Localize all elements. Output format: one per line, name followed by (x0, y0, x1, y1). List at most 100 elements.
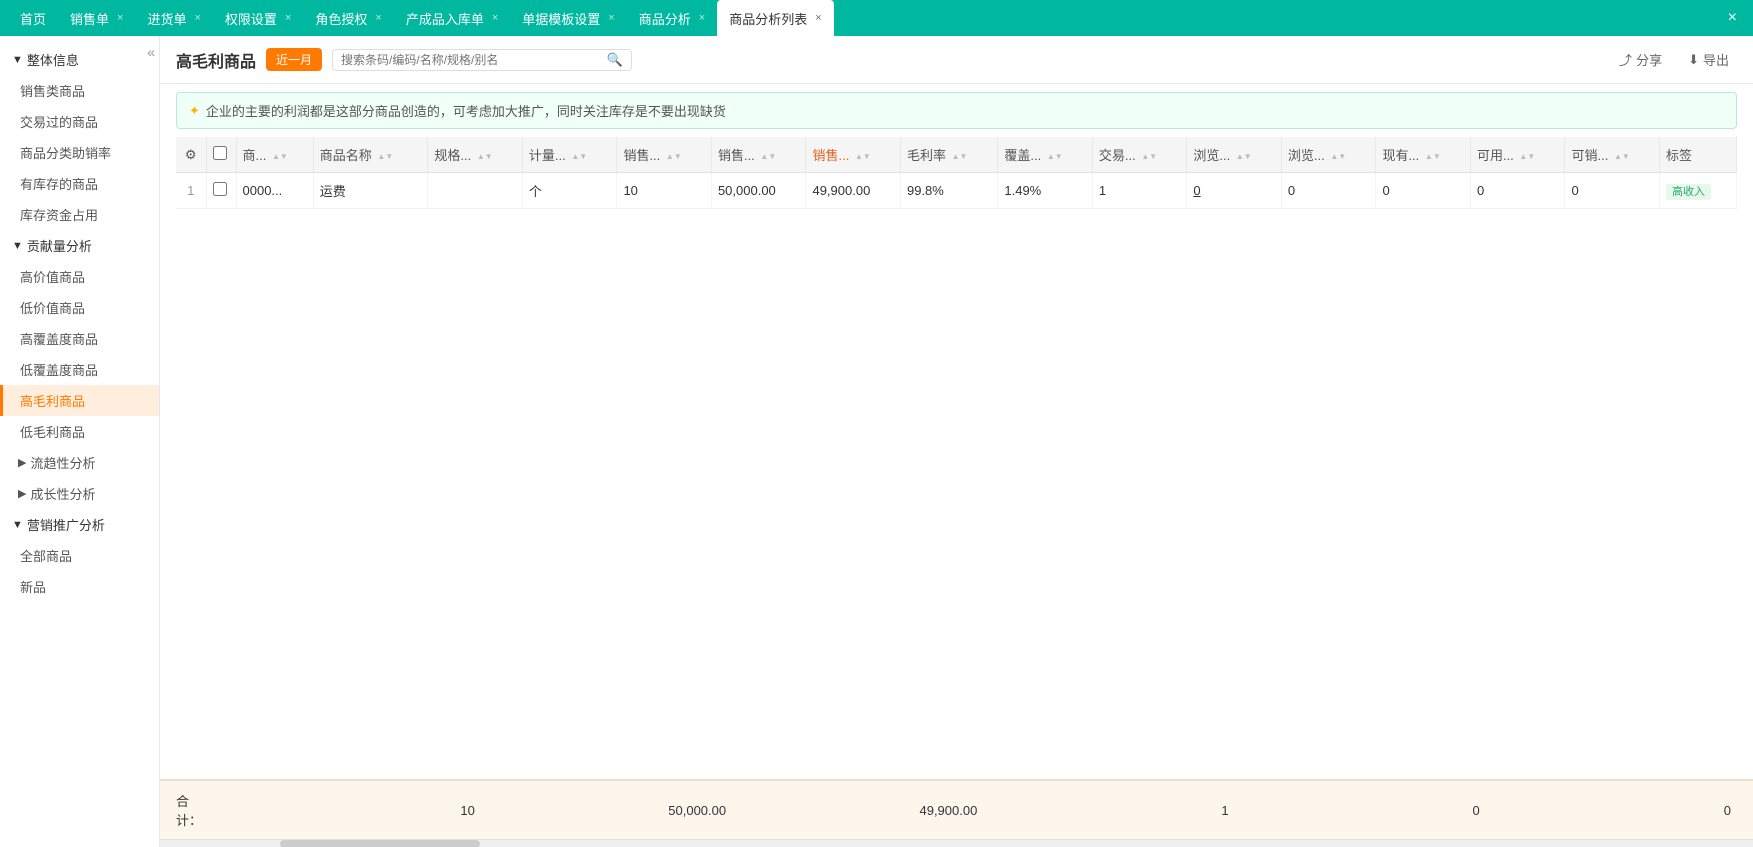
nav-close-finished-goods[interactable]: × (492, 12, 498, 24)
nav-close-all-button[interactable]: × (1720, 9, 1745, 27)
footer-sales-qty: 10 (230, 803, 481, 818)
col-name-header[interactable]: 商品名称 ▲▼ (313, 137, 428, 173)
col-spec-header[interactable]: 规格... ▲▼ (428, 137, 523, 173)
info-icon: ✦ (189, 103, 200, 119)
horizontal-scrollbar[interactable] (160, 839, 1753, 847)
footer-sales-profit: 49,900.00 (732, 803, 983, 818)
search-input[interactable] (341, 53, 603, 67)
nav-close-analysis[interactable]: × (699, 12, 705, 24)
sidebar-item-low-value[interactable]: 低价值商品 (0, 292, 159, 323)
col-code-sort[interactable]: ▲▼ (272, 152, 288, 161)
nav-item-home[interactable]: 首页 (8, 0, 58, 36)
nav-item-sales[interactable]: 销售单 × (58, 0, 135, 36)
nav-item-template[interactable]: 单据模板设置 × (510, 0, 626, 36)
nav-label-permissions: 权限设置 (225, 9, 277, 28)
nav-close-permissions[interactable]: × (285, 12, 291, 24)
col-browse2-header[interactable]: 浏览... ▲▼ (1281, 137, 1376, 173)
col-sales-amount-sort[interactable]: ▲▼ (760, 152, 776, 161)
browse1-link[interactable]: 0 (1193, 183, 1200, 198)
col-sellable-header[interactable]: 可销... ▲▼ (1565, 137, 1660, 173)
col-current-stock-sort[interactable]: ▲▼ (1425, 152, 1441, 161)
col-gross-margin-sort[interactable]: ▲▼ (952, 152, 968, 161)
col-sales-qty-sort[interactable]: ▲▼ (666, 152, 682, 161)
col-browse1-sort[interactable]: ▲▼ (1236, 152, 1252, 161)
export-button[interactable]: ⬇ 导出 (1680, 46, 1737, 73)
nav-close-sales[interactable]: × (117, 12, 123, 24)
sidebar-item-traded-products[interactable]: 交易过的商品 (0, 106, 159, 137)
nav-label-home: 首页 (20, 9, 46, 28)
col-available-sort[interactable]: ▲▼ (1519, 152, 1535, 161)
col-coverage-sort[interactable]: ▲▼ (1047, 152, 1063, 161)
sidebar-item-sales-products[interactable]: 销售类商品 (0, 75, 159, 106)
nav-item-finished-goods[interactable]: 产成品入库单 × (394, 0, 510, 36)
nav-close-template[interactable]: × (608, 12, 614, 24)
col-browse2-sort[interactable]: ▲▼ (1330, 152, 1346, 161)
col-current-stock-header[interactable]: 现有... ▲▼ (1376, 137, 1471, 173)
nav-item-purchase[interactable]: 进货单 × (135, 0, 212, 36)
row-name: 运费 (313, 173, 428, 209)
col-gross-margin-header[interactable]: 毛利率 ▲▼ (900, 137, 997, 173)
nav-label-analysis: 商品分析 (639, 9, 691, 28)
sidebar-group-contribution[interactable]: ▼ 贡献量分析 (0, 230, 159, 261)
row-spec (428, 173, 523, 209)
nav-label-template: 单据模板设置 (522, 9, 600, 28)
sidebar-group-marketing-label: 营销推广分析 (27, 515, 105, 534)
sidebar-item-low-coverage[interactable]: 低覆盖度商品 (0, 354, 159, 385)
nav-item-roles[interactable]: 角色授权 × (303, 0, 393, 36)
col-sales-amount-header[interactable]: 销售... ▲▼ (711, 137, 806, 173)
col-tag-header[interactable]: 标签 (1659, 137, 1736, 173)
nav-item-analysis[interactable]: 商品分析 × (627, 0, 717, 36)
share-icon: ⤴ (1619, 50, 1632, 69)
col-name-sort[interactable]: ▲▼ (377, 152, 393, 161)
sidebar-item-low-margin[interactable]: 低毛利商品 (0, 416, 159, 447)
col-browse1-header[interactable]: 浏览... ▲▼ (1187, 137, 1282, 173)
sidebar-group-growth-label: 成长性分析 (30, 484, 95, 503)
sidebar-item-new-products[interactable]: 新品 (0, 571, 159, 602)
sidebar-group-growth[interactable]: ▶ 成长性分析 (0, 478, 159, 509)
sidebar-item-in-stock[interactable]: 有库存的商品 (0, 168, 159, 199)
col-code-header[interactable]: 商... ▲▼ (236, 137, 313, 173)
data-table-wrapper: ⚙ 商... ▲▼ 商品名称 ▲▼ (160, 137, 1753, 779)
sidebar-group-trend[interactable]: ▶ 流趋性分析 (0, 447, 159, 478)
col-sales-profit-header[interactable]: 销售... ▲▼ (806, 137, 901, 173)
sidebar-group-trend-label: 流趋性分析 (30, 453, 95, 472)
nav-item-permissions[interactable]: 权限设置 × (213, 0, 303, 36)
sidebar-collapse-button[interactable]: « (147, 44, 155, 60)
col-available-header[interactable]: 可用... ▲▼ (1470, 137, 1565, 173)
scrollbar-thumb[interactable] (280, 840, 480, 847)
nav-item-analysis-list[interactable]: 商品分析列表 × (717, 0, 833, 36)
row-available: 0 (1470, 173, 1565, 209)
col-sellable-sort[interactable]: ▲▼ (1614, 152, 1630, 161)
content-header: 高毛利商品 近一月 🔍 ⤴ 分享 ⬇ 导出 (160, 36, 1753, 84)
settings-icon[interactable]: ⚙ (185, 147, 197, 162)
share-button[interactable]: ⤴ 分享 (1611, 46, 1670, 73)
nav-label-roles: 角色授权 (315, 9, 367, 28)
sidebar-item-all-products[interactable]: 全部商品 (0, 540, 159, 571)
col-coverage-header[interactable]: 覆盖... ▲▼ (998, 137, 1093, 173)
sidebar-group-overall[interactable]: ▼ 整体信息 (0, 44, 159, 75)
col-transactions-header[interactable]: 交易... ▲▼ (1092, 137, 1187, 173)
sidebar-item-stock-capital[interactable]: 库存资金占用 (0, 199, 159, 230)
nav-close-roles[interactable]: × (375, 12, 381, 24)
col-unit-header[interactable]: 计量... ▲▼ (522, 137, 617, 173)
filter-recent-month-button[interactable]: 近一月 (266, 48, 322, 71)
nav-close-purchase[interactable]: × (194, 12, 200, 24)
row-checkbox[interactable] (213, 182, 227, 196)
sidebar-item-high-coverage[interactable]: 高覆盖度商品 (0, 323, 159, 354)
search-icon[interactable]: 🔍 (607, 52, 623, 68)
select-all-checkbox[interactable] (213, 146, 227, 160)
sidebar: « ▼ 整体信息 销售类商品 交易过的商品 商品分类助销率 有库存的商品 库存资… (0, 36, 160, 847)
sidebar-item-high-value[interactable]: 高价值商品 (0, 261, 159, 292)
sidebar-group-marketing[interactable]: ▼ 营销推广分析 (0, 509, 159, 540)
sidebar-item-category-sales-rate[interactable]: 商品分类助销率 (0, 137, 159, 168)
col-settings[interactable]: ⚙ (176, 137, 206, 173)
sidebar-item-high-margin[interactable]: 高毛利商品 (0, 385, 159, 416)
nav-close-analysis-list[interactable]: × (815, 12, 821, 24)
col-sales-qty-header[interactable]: 销售... ▲▼ (617, 137, 712, 173)
row-browse1[interactable]: 0 (1187, 173, 1282, 209)
sidebar-group-marketing-arrow: ▼ (12, 519, 23, 531)
col-unit-sort[interactable]: ▲▼ (571, 152, 587, 161)
col-sales-profit-sort[interactable]: ▲▼ (855, 152, 871, 161)
col-transactions-sort[interactable]: ▲▼ (1141, 152, 1157, 161)
col-spec-sort[interactable]: ▲▼ (477, 152, 493, 161)
